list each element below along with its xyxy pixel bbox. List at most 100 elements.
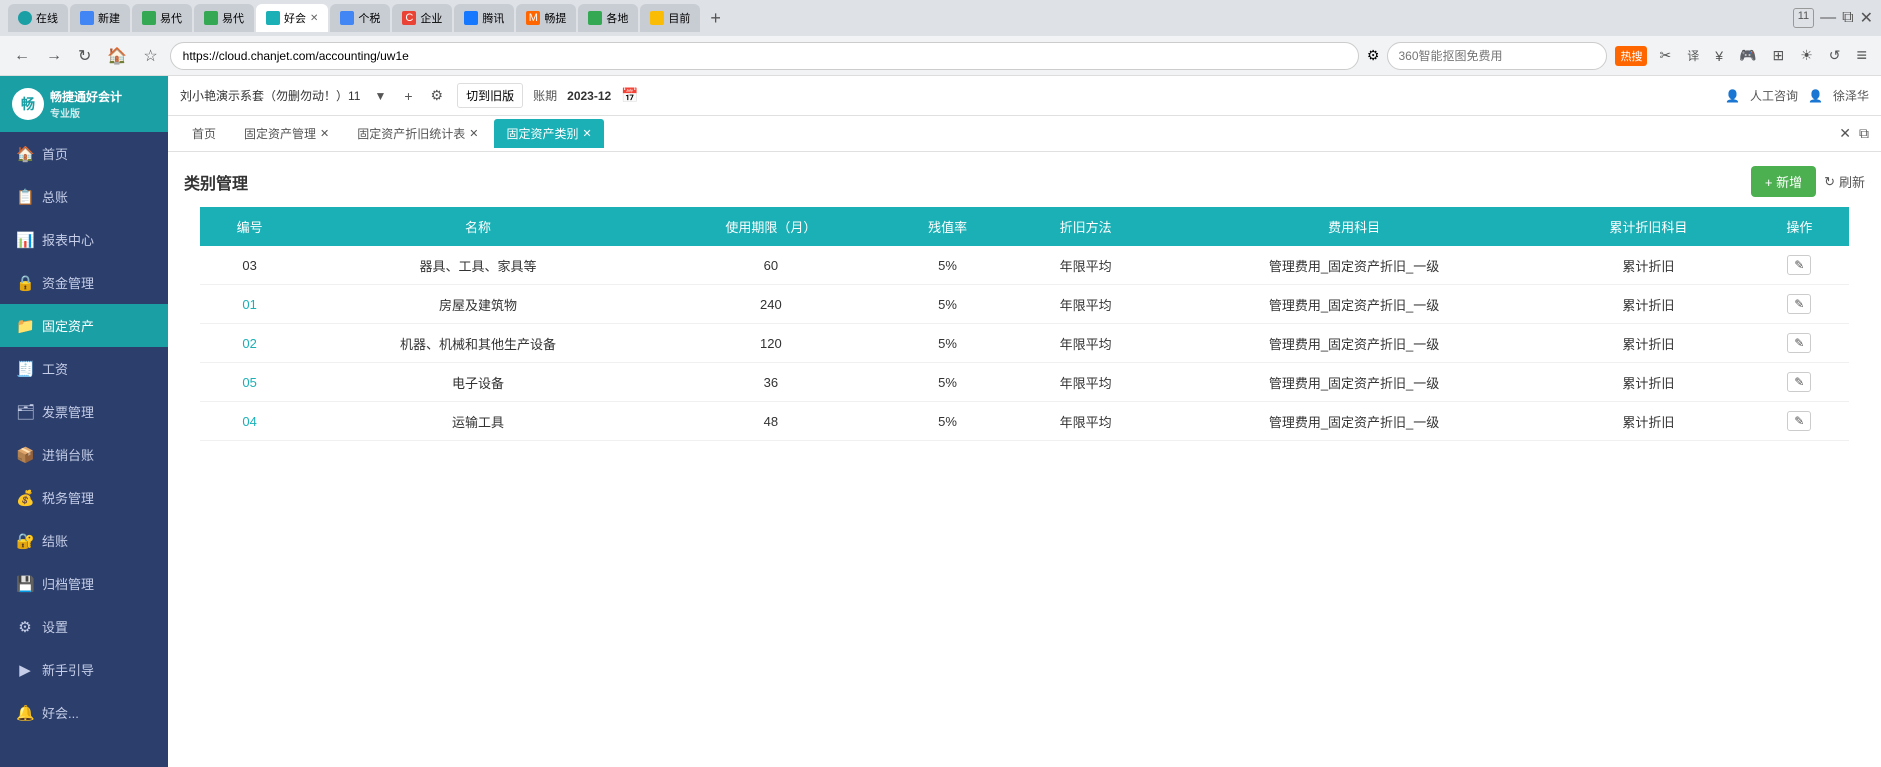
tab-area-close-button[interactable]: ✕ (1839, 125, 1851, 142)
row1-edit-button[interactable]: ✎ (1787, 255, 1811, 275)
col-header-expense: 费用科目 (1161, 207, 1547, 246)
sidebar-item-guide[interactable]: ▶ 新手引导 (0, 648, 168, 691)
row3-name: 机器、机械和其他生产设备 (299, 324, 656, 363)
hot-label: 热搜 (1615, 46, 1647, 66)
data-table: 编号 名称 使用期限（月） 残值率 折旧方法 费用科目 累计折旧科目 操作 03 (200, 207, 1849, 441)
window-restore-button[interactable]: ⧉ (1842, 8, 1853, 28)
col-header-method: 折旧方法 (1010, 207, 1161, 246)
address-bar[interactable] (170, 42, 1359, 70)
row4-edit-button[interactable]: ✎ (1787, 372, 1811, 392)
browser-tab-haokuai[interactable]: 好会 ✕ (256, 4, 328, 32)
scissor-icon[interactable]: ✂ (1655, 43, 1675, 68)
tab-fixed-category[interactable]: 固定资产类别 ✕ (494, 119, 603, 148)
window-minimize-button[interactable]: — (1820, 8, 1836, 28)
support-icon: 👤 (1725, 89, 1740, 103)
browser-tab-online[interactable]: 在线 (8, 4, 68, 32)
row3-edit-button[interactable]: ✎ (1787, 333, 1811, 353)
undo-icon[interactable]: ↺ (1825, 43, 1845, 68)
browser-tab-gedi[interactable]: 各地 (578, 4, 638, 32)
row1-action[interactable]: ✎ (1750, 246, 1849, 285)
refresh-button[interactable]: ↻ 刷新 (1824, 172, 1865, 191)
sidebar-item-tax[interactable]: 💰 税务管理 (0, 476, 168, 519)
sidebar-item-settings[interactable]: ⚙ 设置 (0, 605, 168, 648)
row5-edit-button[interactable]: ✎ (1787, 411, 1811, 431)
row2-action[interactable]: ✎ (1750, 285, 1849, 324)
sidebar-item-salary[interactable]: 🧾 工资 (0, 347, 168, 390)
row5-action[interactable]: ✎ (1750, 402, 1849, 441)
app-container: 畅 畅捷通好会计 专业版 🏠 首页 📋 总账 📊 报表中心 🔒 资金管理 (0, 76, 1881, 767)
browser-search-input[interactable] (1387, 42, 1607, 70)
tab-area-expand-button[interactable]: ⧉ (1859, 125, 1869, 142)
period-value: 2023-12 (567, 89, 611, 103)
browser-tab-tencent[interactable]: 腾讯 (454, 4, 514, 32)
row2-edit-button[interactable]: ✎ (1787, 294, 1811, 314)
refresh-icon: ↻ (1824, 174, 1835, 190)
home-icon: 🏠 (16, 145, 34, 163)
menu-icon[interactable]: ≡ (1852, 41, 1871, 70)
sidebar-item-home[interactable]: 🏠 首页 (0, 132, 168, 175)
user-expand-button[interactable]: ▼ (370, 85, 390, 107)
row3-action[interactable]: ✎ (1750, 324, 1849, 363)
new-tab-button[interactable]: + (706, 4, 725, 33)
browser-tab-easy2[interactable]: 易代 (194, 4, 254, 32)
browser-tab-changjin[interactable]: M 畅提 (516, 4, 576, 32)
browser-tab-enterprise[interactable]: C 企业 (392, 4, 452, 32)
settings-gear-button[interactable]: ⚙ (427, 83, 448, 108)
sidebar-item-invoice[interactable]: 🗂 发票管理 (0, 390, 168, 433)
table-row: 03 器具、工具、家具等 60 5% 年限平均 管理费用_固定资产折旧_一级 累… (200, 246, 1849, 285)
close-period-icon: 🔐 (16, 532, 34, 550)
window-close-button[interactable]: ✕ (1860, 8, 1873, 28)
tab-fixed-category-close[interactable]: ✕ (583, 127, 592, 140)
row1-code: 03 (200, 246, 299, 285)
browser-tab-close-haokuai[interactable]: ✕ (310, 13, 318, 24)
browser-tab-current[interactable]: 目前 (640, 4, 700, 32)
back-button[interactable]: ← (10, 43, 34, 69)
row4-code[interactable]: 05 (200, 363, 299, 402)
col-header-name: 名称 (299, 207, 656, 246)
sidebar-label-invoice: 发票管理 (42, 402, 94, 421)
table-row: 04 运输工具 48 5% 年限平均 管理费用_固定资产折旧_一级 累计折旧 ✎ (200, 402, 1849, 441)
switch-version-button[interactable]: 切到旧版 (457, 83, 523, 108)
add-button[interactable]: + 新增 (1751, 166, 1816, 197)
period-label: 账期 (533, 87, 557, 104)
browser-tab-tax[interactable]: 个税 (330, 4, 390, 32)
sidebar-item-ledger[interactable]: 📋 总账 (0, 175, 168, 218)
sidebar-item-fixed-assets[interactable]: 📁 固定资产 (0, 304, 168, 347)
subscription-icon: 🔔 (16, 704, 34, 722)
sidebar-label-salary: 工资 (42, 359, 68, 378)
browser-tab-easy1[interactable]: 易代 (132, 4, 192, 32)
sidebar-item-close[interactable]: 🔐 结账 (0, 519, 168, 562)
row2-code[interactable]: 01 (200, 285, 299, 324)
reload-button[interactable]: ↻ (74, 42, 95, 70)
tab-fixed-depreciation-close[interactable]: ✕ (469, 127, 478, 140)
currency-icon[interactable]: ¥ (1711, 44, 1727, 68)
site-settings-icon[interactable]: ⚙ (1367, 47, 1380, 64)
grid-icon[interactable]: ⊞ (1768, 43, 1788, 68)
add-account-button[interactable]: + (400, 84, 416, 108)
game-icon[interactable]: 🎮 (1735, 43, 1760, 68)
row4-action[interactable]: ✎ (1750, 363, 1849, 402)
forward-button[interactable]: → (42, 43, 66, 69)
home-button[interactable]: 🏠 (103, 42, 131, 70)
tab-home[interactable]: 首页 (180, 119, 228, 148)
tab-fixed-mgmt[interactable]: 固定资产管理 ✕ (232, 119, 341, 148)
sidebar-item-reports[interactable]: 📊 报表中心 (0, 218, 168, 261)
funds-icon: 🔒 (16, 274, 34, 292)
support-label[interactable]: 人工咨询 (1750, 87, 1798, 104)
calendar-icon[interactable]: 📅 (621, 87, 638, 104)
translate-icon[interactable]: 译 (1683, 43, 1703, 68)
tab-fixed-mgmt-close[interactable]: ✕ (320, 127, 329, 140)
sidebar-label-tax: 税务管理 (42, 488, 94, 507)
browser-tab-new[interactable]: 新建 (70, 4, 130, 32)
row3-code[interactable]: 02 (200, 324, 299, 363)
sidebar-item-funds[interactable]: 🔒 资金管理 (0, 261, 168, 304)
brightness-icon[interactable]: ☀ (1796, 43, 1817, 68)
row5-code[interactable]: 04 (200, 402, 299, 441)
bookmark-button[interactable]: ☆ (139, 42, 161, 70)
row3-duration: 120 (657, 324, 885, 363)
row4-accumulated: 累计折旧 (1547, 363, 1750, 402)
sidebar-item-subscription[interactable]: 🔔 好会... (0, 691, 168, 734)
sidebar-item-archive[interactable]: 💾 归档管理 (0, 562, 168, 605)
sidebar-item-stock[interactable]: 📦 进销台账 (0, 433, 168, 476)
tab-fixed-depreciation[interactable]: 固定资产折旧统计表 ✕ (345, 119, 490, 148)
